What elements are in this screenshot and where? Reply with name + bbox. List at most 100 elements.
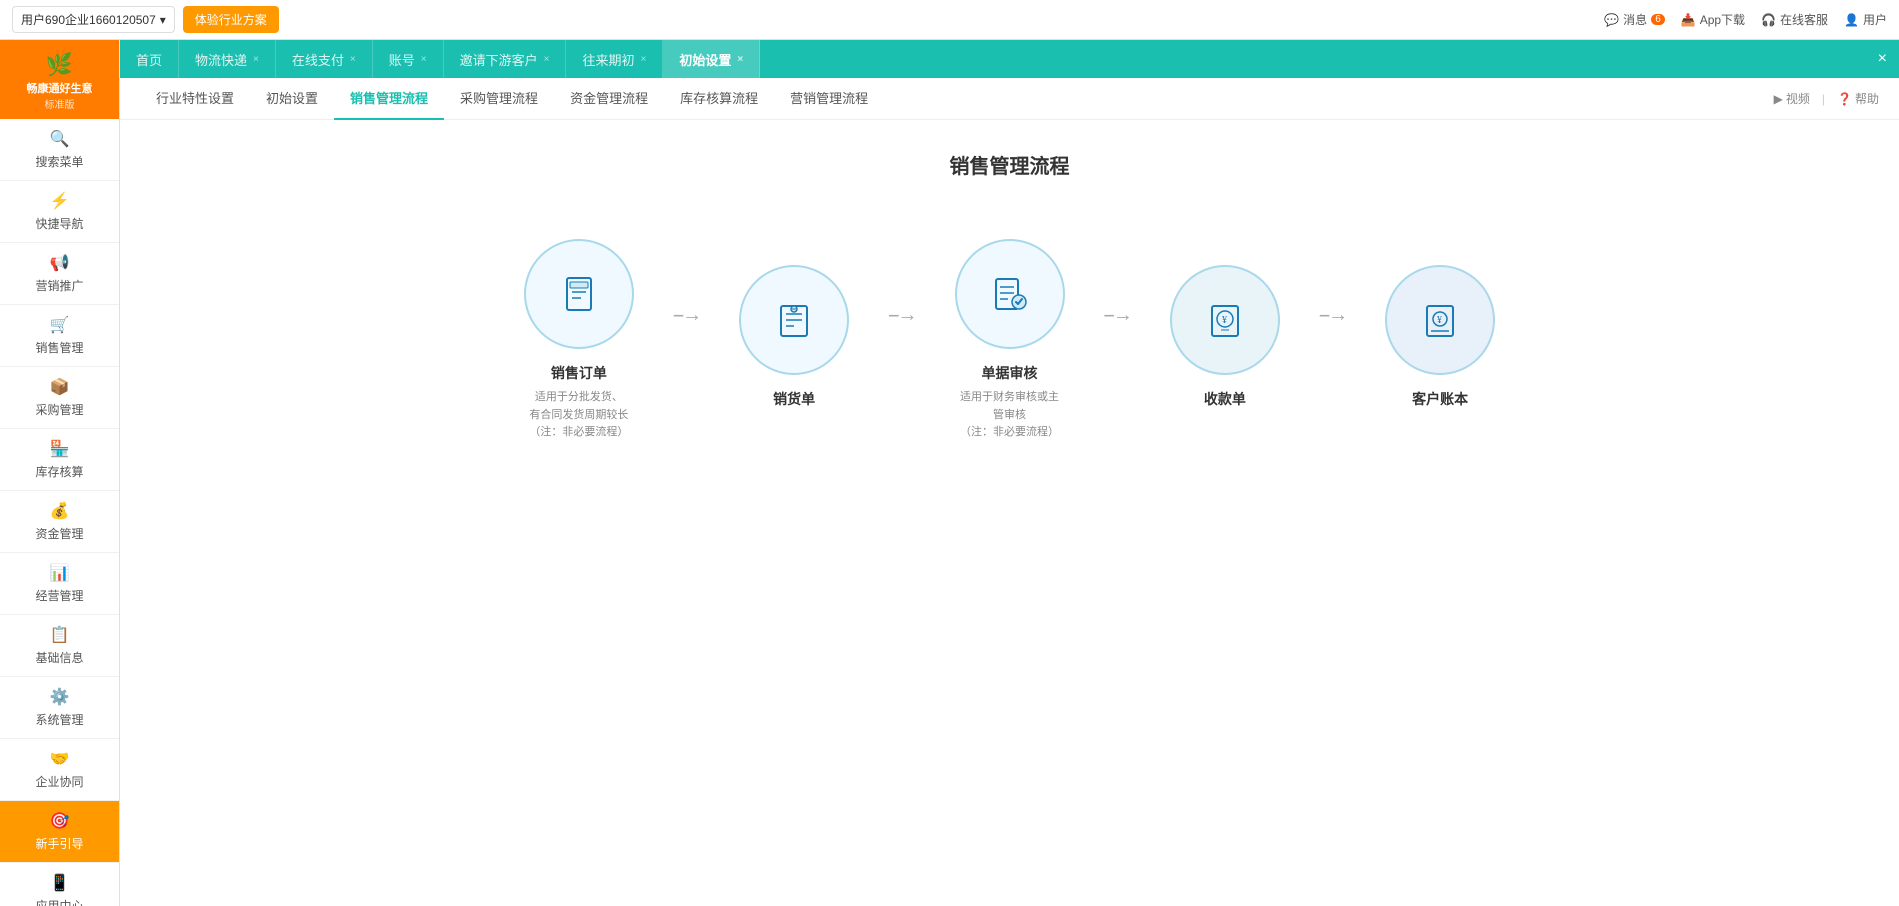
help-link[interactable]: ❓ 帮助: [1837, 90, 1879, 107]
sidebar-item-label: 基础信息: [35, 649, 83, 666]
flow-desc-sales-order: 适用于分批发货、有合同发货周期较长（注：非必要流程）: [529, 389, 628, 442]
marketing-icon: 📢: [50, 253, 70, 273]
flow-arrow-3: --→: [1104, 304, 1131, 377]
sidebar: 🌿 畅康通好生意 标准版 🔍 搜索菜单 ⚡ 快捷导航 📢 营销推广 🛒 销售管理…: [0, 40, 120, 906]
nav-tab-label: 物流快递: [195, 50, 247, 69]
sub-tab-inventory-calc[interactable]: 库存核算流程: [664, 78, 774, 120]
flow-label-approval: 单据审核: [982, 363, 1038, 383]
sales-order-icon: [557, 272, 601, 316]
sidebar-item-label: 新手引导: [35, 835, 83, 852]
message-item[interactable]: 💬 消息 6: [1604, 11, 1665, 28]
sidebar-item-marketing[interactable]: 📢 营销推广: [0, 243, 119, 305]
sidebar-item-label: 销售管理: [35, 339, 83, 356]
nav-bar-close-button[interactable]: ×: [1866, 40, 1899, 78]
approval-icon: [988, 272, 1032, 316]
flow-label-sales-order: 销售订单: [551, 363, 607, 383]
nav-tab-account[interactable]: 账号 ×: [373, 40, 444, 78]
main-content: 行业特性设置 初始设置 销售管理流程 采购管理流程 资金管理流程 库存核算流程 …: [120, 78, 1899, 906]
flow-arrow-4: --→: [1319, 304, 1346, 377]
sub-tab-purchase-flow[interactable]: 采购管理流程: [444, 78, 554, 120]
flow-label-customer-account: 客户账本: [1412, 389, 1468, 409]
nav-tab-period-init[interactable]: 往来期初 ×: [566, 40, 663, 78]
sidebar-item-new-guide[interactable]: 🎯 新手引导: [0, 801, 119, 863]
play-icon: ▶: [1774, 92, 1783, 106]
sub-tabs: 行业特性设置 初始设置 销售管理流程 采购管理流程 资金管理流程 库存核算流程 …: [120, 78, 1899, 120]
flow-circle-receipt: ¥: [1170, 265, 1280, 375]
sidebar-item-quick[interactable]: ⚡ 快捷导航: [0, 181, 119, 243]
sub-tab-sales-flow[interactable]: 销售管理流程: [334, 78, 444, 120]
chevron-down-icon: ▾: [160, 13, 166, 27]
nav-tab-label: 邀请下游客户: [460, 50, 538, 69]
logo-icon: 🌿: [46, 52, 73, 78]
flow-step-delivery[interactable]: 销货单: [704, 265, 884, 415]
flow-step-sales-order[interactable]: 销售订单 适用于分批发货、有合同发货周期较长（注：非必要流程）: [489, 239, 669, 442]
system-icon: ⚙️: [50, 687, 70, 707]
sidebar-item-system[interactable]: ⚙️ 系统管理: [0, 677, 119, 739]
nav-tab-payment[interactable]: 在线支付 ×: [276, 40, 373, 78]
user-selector[interactable]: 用户690企业1660120507 ▾: [12, 6, 175, 33]
sidebar-item-inventory[interactable]: 🏪 库存核算: [0, 429, 119, 491]
sidebar-item-purchase[interactable]: 📦 采购管理: [0, 367, 119, 429]
flow-arrow-2: --→: [888, 304, 915, 377]
sidebar-item-label: 搜索菜单: [35, 153, 83, 170]
top-bar: 用户690企业1660120507 ▾ 体验行业方案 💬 消息 6 📥 App下…: [0, 0, 1899, 40]
sub-tab-init[interactable]: 初始设置: [250, 78, 334, 120]
basic-info-icon: 📋: [50, 625, 70, 645]
app-center-icon: 📱: [50, 873, 70, 893]
close-icon[interactable]: ×: [737, 54, 743, 65]
flow-circle-delivery: [739, 265, 849, 375]
logo-sub: 标准版: [45, 96, 75, 111]
flow-step-approval[interactable]: 单据审核 适用于财务审核或主管审核（注：非必要流程）: [920, 239, 1100, 442]
nav-tab-logistics[interactable]: 物流快递 ×: [179, 40, 276, 78]
user-selector-text: 用户690企业1660120507: [21, 11, 156, 28]
nav-tab-label: 账号: [389, 50, 415, 69]
sub-tab-marketing-flow[interactable]: 营销管理流程: [774, 78, 884, 120]
sidebar-item-basic-info[interactable]: 📋 基础信息: [0, 615, 119, 677]
sidebar-item-label: 采购管理: [35, 401, 83, 418]
nav-tab-home[interactable]: 首页: [120, 40, 179, 78]
flow-circle-sales-order: [524, 239, 634, 349]
sidebar-item-search[interactable]: 🔍 搜索菜单: [0, 119, 119, 181]
sub-tab-finance-flow[interactable]: 资金管理流程: [554, 78, 664, 120]
video-label: 视频: [1786, 90, 1810, 107]
top-bar-right: 💬 消息 6 📥 App下载 🎧 在线客服 👤 用户: [1604, 11, 1887, 28]
logo-text: 畅康通好生意: [27, 80, 93, 96]
nav-tab-label: 往来期初: [582, 50, 634, 69]
sidebar-item-label: 库存核算: [35, 463, 83, 480]
sidebar-item-sales[interactable]: 🛒 销售管理: [0, 305, 119, 367]
page-title: 销售管理流程: [160, 150, 1859, 179]
app-download-item[interactable]: 📥 App下载: [1681, 11, 1745, 28]
nav-tab-init-settings[interactable]: 初始设置 ×: [663, 40, 760, 78]
close-icon[interactable]: ×: [544, 54, 550, 65]
sidebar-item-enterprise-collab[interactable]: 🤝 企业协同: [0, 739, 119, 801]
sidebar-item-operations[interactable]: 📊 经营管理: [0, 553, 119, 615]
nav-tab-label: 在线支付: [292, 50, 344, 69]
online-service-label: 在线客服: [1780, 11, 1828, 28]
online-service-item[interactable]: 🎧 在线客服: [1761, 11, 1828, 28]
message-icon: 💬: [1604, 13, 1619, 27]
sidebar-item-label: 快捷导航: [35, 215, 83, 232]
close-icon[interactable]: ×: [421, 54, 427, 65]
close-icon[interactable]: ×: [350, 54, 356, 65]
close-icon[interactable]: ×: [253, 54, 259, 65]
flow-step-receipt[interactable]: ¥ 收款单: [1135, 265, 1315, 415]
video-link[interactable]: ▶ 视频: [1774, 90, 1810, 107]
delivery-icon: [772, 298, 816, 342]
flow-step-customer-account[interactable]: ¥ 客户账本: [1350, 265, 1530, 415]
help-icon: ❓: [1837, 92, 1852, 106]
user-item[interactable]: 👤 用户: [1844, 11, 1887, 28]
flow-arrow-1: --→: [673, 304, 700, 377]
quick-icon: ⚡: [50, 191, 70, 211]
sidebar-item-label: 系统管理: [35, 711, 83, 728]
nav-tab-downstream[interactable]: 邀请下游客户 ×: [444, 40, 567, 78]
sidebar-item-finance[interactable]: 💰 资金管理: [0, 491, 119, 553]
sidebar-item-label: 资金管理: [35, 525, 83, 542]
sidebar-item-app-center[interactable]: 📱 应用中心: [0, 863, 119, 906]
flow-desc-approval: 适用于财务审核或主管审核（注：非必要流程）: [960, 389, 1059, 442]
svg-text:¥: ¥: [1437, 315, 1442, 326]
close-icon[interactable]: ×: [640, 54, 646, 65]
sidebar-logo: 🌿 畅康通好生意 标准版: [0, 40, 119, 119]
sub-tab-industry[interactable]: 行业特性设置: [140, 78, 250, 120]
trial-button[interactable]: 体验行业方案: [183, 6, 279, 33]
guide-icon: 🎯: [50, 811, 70, 831]
